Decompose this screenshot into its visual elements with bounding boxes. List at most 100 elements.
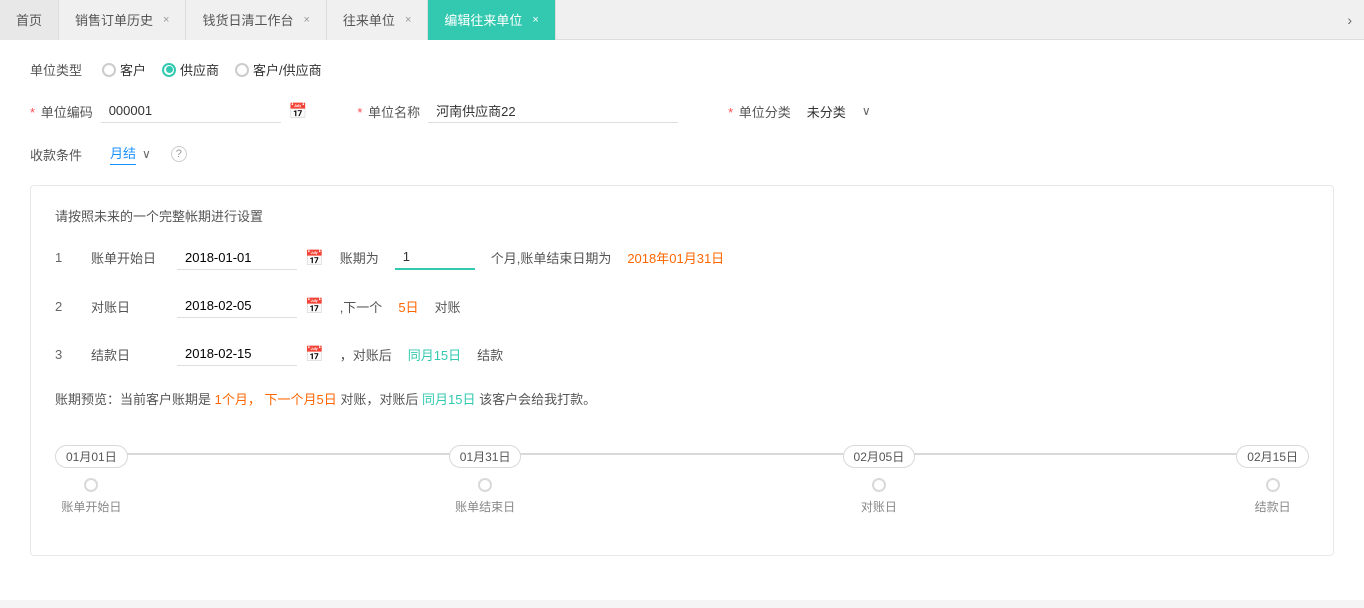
- unit-code-icon[interactable]: 📅: [289, 102, 308, 120]
- radio-customer-supplier[interactable]: 客户/供应商: [235, 60, 322, 79]
- unit-category-dropdown-icon[interactable]: ∨: [862, 104, 871, 118]
- start-date-label: 账单开始日: [91, 248, 161, 267]
- timeline-circle-2: [478, 478, 492, 492]
- timeline: 01月01日 账单开始日 01月31日 账单结束日 02月05日 对账日 02月…: [55, 435, 1309, 535]
- preview-label: 账期预览：当前客户账期是: [55, 392, 211, 407]
- tab-cash-work[interactable]: 钱货日清工作台 ×: [186, 0, 326, 40]
- tab-edit-label: 编辑往来单位: [444, 10, 522, 29]
- tab-edit-close-icon[interactable]: ×: [532, 14, 538, 26]
- unit-type-label: 单位类型: [30, 60, 82, 79]
- preview-reconcile-date: 下一个月5日: [265, 392, 337, 407]
- reconcile-pre-text: ,下一个: [340, 297, 383, 316]
- row-num-2: 2: [55, 299, 75, 314]
- timeline-point-3: 02月05日 对账日: [843, 445, 916, 515]
- unit-category-label: * 单位分类: [728, 102, 791, 121]
- period-end-date: 2018年01月31日: [627, 248, 724, 267]
- reconcile-date-input[interactable]: [177, 294, 297, 318]
- start-date-calendar-icon[interactable]: 📅: [305, 249, 324, 267]
- code-required-star: *: [30, 105, 35, 120]
- payment-term-dropdown-icon[interactable]: ∨: [142, 147, 151, 161]
- payment-calendar-icon[interactable]: 📅: [305, 345, 324, 363]
- timeline-desc-4: 结款日: [1255, 498, 1291, 515]
- radio-customer[interactable]: 客户: [102, 60, 146, 79]
- payment-term-select[interactable]: 月结 ∨: [110, 143, 151, 165]
- tab-sales-close-icon[interactable]: ×: [163, 14, 169, 26]
- payment-date-label: 结款日: [91, 345, 161, 364]
- radio-customer-circle: [102, 63, 116, 77]
- radio-customer-supplier-circle: [235, 63, 249, 77]
- unit-category-value: 未分类: [807, 102, 846, 121]
- unit-info-row: * 单位编码 📅 * 单位名称 * 单位分类 未分类 ∨: [30, 99, 1334, 123]
- reconcile-highlight: 5日: [398, 297, 418, 316]
- payment-date-field: 📅: [177, 342, 324, 366]
- tab-sales-order-history[interactable]: 销售订单历史 ×: [59, 0, 186, 40]
- payment-term-label: 收款条件: [30, 145, 82, 164]
- payment-pre-text: ，对账后: [340, 345, 392, 364]
- timeline-point-1: 01月01日 账单开始日: [55, 445, 128, 515]
- unit-code-label: * 单位编码: [30, 102, 93, 121]
- preview-payment-date: 同月15日: [422, 392, 475, 407]
- timeline-point-2: 01月31日 账单结束日: [449, 445, 522, 515]
- reconcile-date-row: 2 对账日 📅 ,下一个 5日 对账: [55, 294, 1309, 318]
- period-input[interactable]: [395, 245, 475, 270]
- payment-date-row: 3 结款日 📅 ，对账后 同月15日 结款: [55, 342, 1309, 366]
- payment-date-input[interactable]: [177, 342, 297, 366]
- timeline-desc-1: 账单开始日: [61, 498, 121, 515]
- radio-customer-label: 客户: [120, 60, 146, 79]
- tab-cash-label: 钱货日清工作台: [202, 10, 293, 29]
- name-required-star: *: [357, 105, 362, 120]
- row-num-3: 3: [55, 347, 75, 362]
- unit-type-row: 单位类型 客户 供应商 客户/供应商: [30, 60, 1334, 79]
- preview-suffix: 该客户会给我打款。: [479, 392, 596, 407]
- unit-code-field: * 单位编码 📅: [30, 99, 307, 123]
- preview-reconcile-text: 对账，对账后: [340, 392, 418, 407]
- unit-category-field: * 单位分类 未分类 ∨: [728, 102, 871, 121]
- unit-name-input[interactable]: [428, 99, 678, 123]
- unit-type-radio-group: 客户 供应商 客户/供应商: [102, 60, 322, 79]
- main-content: 单位类型 客户 供应商 客户/供应商 * 单位编码 📅: [0, 40, 1364, 600]
- period-unit-text: 个月,账单结束日期为: [491, 248, 612, 267]
- settings-card: 请按照未来的一个完整帐期进行设置 1 账单开始日 📅 账期为 个月,账单结束日期…: [30, 185, 1334, 556]
- start-date-row: 1 账单开始日 📅 账期为 个月,账单结束日期为 2018年01月31日: [55, 245, 1309, 270]
- timeline-date-4: 02月15日: [1236, 445, 1309, 468]
- unit-code-input[interactable]: [101, 99, 281, 123]
- reconcile-date-label: 对账日: [91, 297, 161, 316]
- radio-supplier[interactable]: 供应商: [162, 60, 219, 79]
- tab-sales-label: 销售订单历史: [75, 10, 153, 29]
- card-title: 请按照未来的一个完整帐期进行设置: [55, 206, 1309, 225]
- tab-edit-partner[interactable]: 编辑往来单位 ×: [428, 0, 555, 40]
- reconcile-calendar-icon[interactable]: 📅: [305, 297, 324, 315]
- row-num-1: 1: [55, 250, 75, 265]
- tab-partner-unit[interactable]: 往来单位 ×: [327, 0, 428, 40]
- start-date-input[interactable]: [177, 246, 297, 270]
- start-date-field: 📅: [177, 246, 324, 270]
- preview-section: 账期预览：当前客户账期是 1个月， 下一个月5日 对账，对账后 同月15日 该客…: [55, 390, 1309, 411]
- tab-partner-close-icon[interactable]: ×: [405, 14, 411, 26]
- timeline-desc-3: 对账日: [861, 498, 897, 515]
- category-required-star: *: [728, 105, 733, 120]
- period-pre-label: 账期为: [340, 248, 379, 267]
- timeline-date-1: 01月01日: [55, 445, 128, 468]
- radio-supplier-circle: [162, 63, 176, 77]
- timeline-point-4: 02月15日 结款日: [1236, 445, 1309, 515]
- timeline-date-3: 02月05日: [843, 445, 916, 468]
- timeline-desc-2: 账单结束日: [455, 498, 515, 515]
- timeline-date-2: 01月31日: [449, 445, 522, 468]
- tab-bar: 首页 销售订单历史 × 钱货日清工作台 × 往来单位 × 编辑往来单位 × ›: [0, 0, 1364, 40]
- preview-period: 1个月，: [215, 392, 261, 407]
- tab-arrow-icon[interactable]: ›: [1335, 12, 1364, 28]
- reconcile-post-text: 对账: [435, 297, 461, 316]
- radio-supplier-label: 供应商: [180, 60, 219, 79]
- reconcile-date-field: 📅: [177, 294, 324, 318]
- unit-name-field: * 单位名称: [357, 99, 678, 123]
- payment-term-row: 收款条件 月结 ∨ ?: [30, 143, 1334, 165]
- timeline-circle-4: [1266, 478, 1280, 492]
- radio-customer-supplier-label: 客户/供应商: [253, 60, 322, 79]
- payment-term-help-icon[interactable]: ?: [171, 146, 187, 162]
- tab-home-label: 首页: [16, 10, 42, 29]
- timeline-circle-3: [872, 478, 886, 492]
- tab-cash-close-icon[interactable]: ×: [303, 14, 309, 26]
- tab-home[interactable]: 首页: [0, 0, 59, 40]
- timeline-circle-1: [84, 478, 98, 492]
- payment-term-value: 月结: [110, 143, 136, 165]
